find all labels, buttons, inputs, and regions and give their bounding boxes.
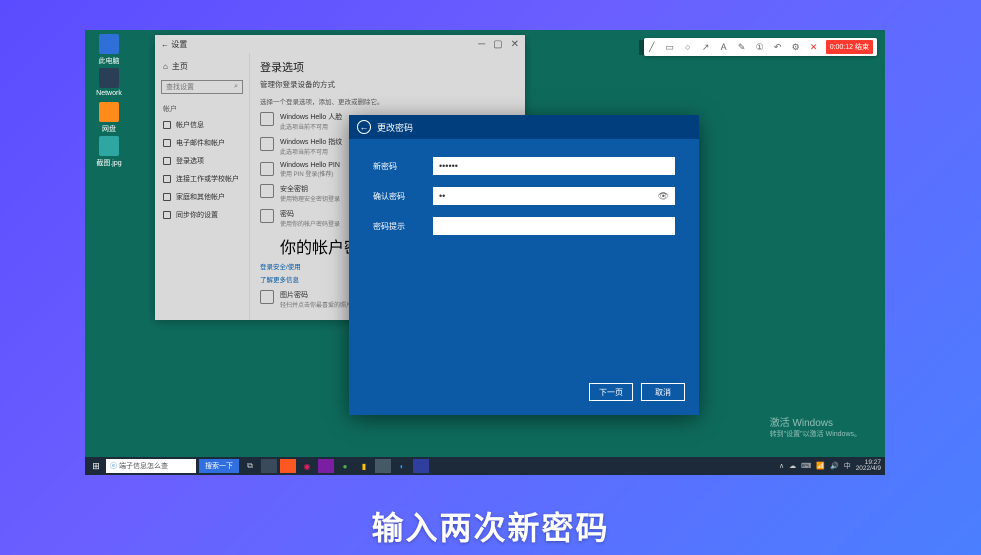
taskbar-search[interactable]: ⓔ端子信息怎么查 <box>106 459 196 473</box>
label-new-password: 新密码 <box>373 161 433 172</box>
hint-input[interactable] <box>433 217 675 235</box>
app-icon-7[interactable] <box>375 459 391 473</box>
window-titlebar: ← 设置 ─ ▢ ✕ <box>155 35 525 53</box>
activation-watermark: 激活 Windows 转到"设置"以激活 Windows。 <box>770 414 861 439</box>
usb-key-icon <box>260 184 274 198</box>
page-subtitle: 管理你登录设备的方式 <box>260 79 515 90</box>
maximize-icon[interactable]: ▢ <box>493 39 502 50</box>
app-icon-8[interactable]: ◐ <box>394 459 410 473</box>
minimize-icon[interactable]: ─ <box>478 39 485 50</box>
search-button[interactable]: 搜索一下 <box>199 459 239 473</box>
sidebar-item-work[interactable]: 连接工作或学校帐户 <box>155 170 249 188</box>
sidebar-item-account-info[interactable]: 帐户信息 <box>155 116 249 134</box>
dialog-title: 更改密码 <box>377 121 413 134</box>
desktop-icon-pc[interactable]: 此电脑 <box>89 34 129 66</box>
tray-network-icon[interactable]: 📶 <box>816 462 825 470</box>
app-icon-5[interactable]: ● <box>337 459 353 473</box>
search-input[interactable]: 查找设置⌕ <box>161 80 243 94</box>
tray-lang-icon[interactable]: 中 <box>844 461 851 471</box>
sidebar-item-email[interactable]: 电子邮件和帐户 <box>155 134 249 152</box>
change-password-dialog: ← 更改密码 新密码 •••••• 确认密码 ••👁 密码提示 下一页 取消 <box>349 115 699 415</box>
label-confirm-password: 确认密码 <box>373 191 433 202</box>
sidebar-home[interactable]: ⌂主页 <box>155 57 249 76</box>
desktop-icon-image[interactable]: 截图.jpg <box>89 136 129 168</box>
briefcase-icon <box>163 175 171 183</box>
mail-icon <box>163 139 171 147</box>
back-button[interactable]: ← <box>357 120 371 134</box>
tray-volume-icon[interactable]: 🔊 <box>830 462 839 470</box>
label-hint: 密码提示 <box>373 221 433 232</box>
face-icon <box>260 112 274 126</box>
next-button[interactable]: 下一页 <box>589 383 633 401</box>
tray-ime-icon[interactable]: ⌨ <box>801 462 811 470</box>
number-icon[interactable]: ① <box>754 41 766 53</box>
start-button[interactable]: ⊞ <box>89 459 103 473</box>
key-icon <box>260 209 274 223</box>
tutorial-caption: 输入两次新密码 <box>0 503 981 549</box>
new-password-input[interactable]: •••••• <box>433 157 675 175</box>
dialog-header: ← 更改密码 <box>349 115 699 139</box>
cancel-button[interactable]: 取消 <box>641 383 685 401</box>
app-icon-9[interactable] <box>413 459 429 473</box>
sidebar-item-sync[interactable]: 同步你的设置 <box>155 206 249 224</box>
system-tray: ∧ ☁ ⌨ 📶 🔊 中 19:27 2022/4/9 <box>779 460 881 473</box>
brush-icon[interactable]: ✎ <box>736 41 748 53</box>
draw-icon[interactable]: ╱ <box>646 41 658 53</box>
user-icon <box>163 121 171 129</box>
tray-expand-icon[interactable]: ∧ <box>779 462 784 470</box>
ie-icon: ⓔ <box>110 461 117 471</box>
desktop-icon-network[interactable]: Network <box>89 68 129 97</box>
settings-sidebar: ⌂主页 查找设置⌕ 帐户 帐户信息 电子邮件和帐户 登录选项 连接工作或学校帐户… <box>155 53 250 320</box>
picture-icon <box>260 290 274 304</box>
close-icon[interactable]: ✕ <box>511 39 519 50</box>
taskbar-clock[interactable]: 19:27 2022/4/9 <box>856 460 881 473</box>
recorder-toolbar: ╱ ▭ ○ ↗ A ✎ ① ↶ ⚙ ✕ 0:00:12 结束 <box>644 38 877 56</box>
settings-icon[interactable]: ⚙ <box>790 41 802 53</box>
reveal-password-icon[interactable]: 👁 <box>658 191 669 202</box>
sidebar-section: 帐户 <box>155 98 249 116</box>
sync-icon <box>163 211 171 219</box>
desktop: 此电脑 Network 网盘 截图.jpg ← 设置 ─ ▢ ✕ ⌂主页 查找设… <box>85 30 885 475</box>
app-icon-6[interactable]: ▮ <box>356 459 372 473</box>
search-icon: ⌕ <box>234 83 238 91</box>
fingerprint-icon <box>260 137 274 151</box>
app-icon-1[interactable] <box>261 459 277 473</box>
app-icon-2[interactable] <box>280 459 296 473</box>
rect-icon[interactable]: ▭ <box>664 41 676 53</box>
confirm-password-input[interactable]: ••👁 <box>433 187 675 205</box>
tray-weather-icon[interactable]: ☁ <box>789 462 796 470</box>
sidebar-item-signin[interactable]: 登录选项 <box>155 152 249 170</box>
people-icon <box>163 193 171 201</box>
app-icon-4[interactable] <box>318 459 334 473</box>
home-icon: ⌂ <box>163 62 168 71</box>
task-view-icon[interactable]: ⧉ <box>242 459 258 473</box>
arrow-icon[interactable]: ↗ <box>700 41 712 53</box>
app-icon-3[interactable]: ◉ <box>299 459 315 473</box>
taskbar: ⊞ ⓔ端子信息怎么查 搜索一下 ⧉ ◉ ● ▮ ◐ ∧ ☁ ⌨ 📶 🔊 中 19… <box>85 457 885 475</box>
undo-icon[interactable]: ↶ <box>772 41 784 53</box>
keypad-icon <box>260 162 274 176</box>
recorder-timer[interactable]: 0:00:12 结束 <box>826 40 873 54</box>
page-title: 登录选项 <box>260 59 515 75</box>
key-icon <box>163 157 171 165</box>
circle-icon[interactable]: ○ <box>682 41 694 53</box>
recorder-close-icon[interactable]: ✕ <box>808 41 820 53</box>
window-title: 设置 <box>171 39 187 50</box>
sidebar-item-family[interactable]: 家庭和其他帐户 <box>155 188 249 206</box>
desktop-icon-drive[interactable]: 网盘 <box>89 102 129 134</box>
back-icon[interactable]: ← <box>161 40 169 49</box>
text-icon[interactable]: A <box>718 41 730 53</box>
page-note: 选择一个登录选项，添加、更改或删除它。 <box>260 96 515 106</box>
